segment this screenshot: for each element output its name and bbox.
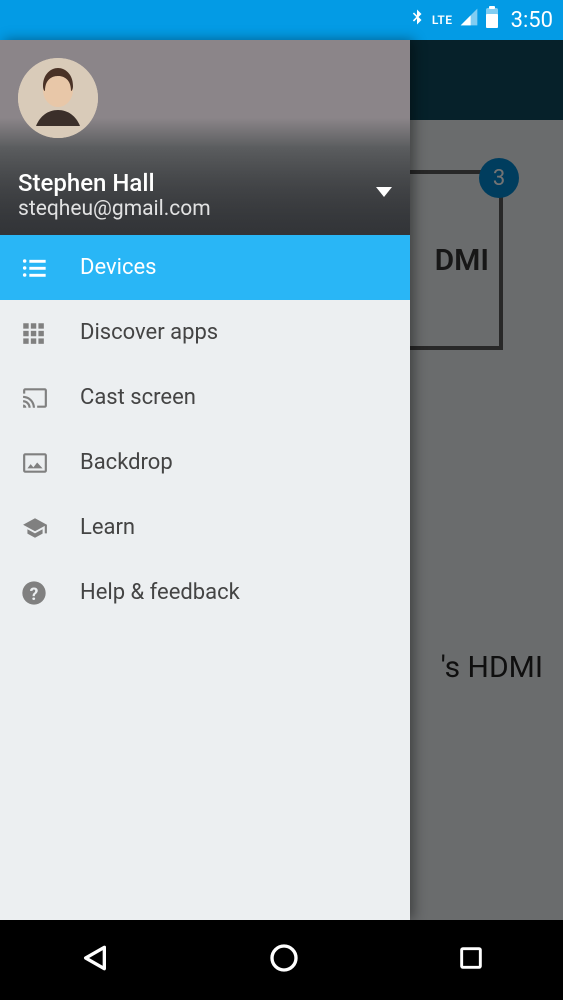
recents-button[interactable] [457, 944, 485, 976]
drawer-item-devices[interactable]: Devices [0, 235, 410, 300]
back-button[interactable] [79, 942, 111, 978]
devices-list-icon [20, 254, 80, 282]
drawer-item-label: Learn [80, 515, 135, 540]
drawer-list: Devices Discover apps Cast screen Backdr… [0, 235, 410, 920]
drawer-item-backdrop[interactable]: Backdrop [0, 430, 410, 495]
drawer-item-label: Backdrop [80, 450, 173, 475]
clock: 3:50 [511, 8, 553, 33]
help-icon: ? [20, 579, 80, 607]
drawer-item-discover-apps[interactable]: Discover apps [0, 300, 410, 365]
signal-icon [459, 7, 479, 33]
lte-label: LTE [432, 13, 453, 27]
account-dropdown-icon[interactable] [376, 182, 392, 201]
drawer-item-label: Devices [80, 255, 157, 280]
cast-icon [20, 385, 80, 411]
battery-icon [485, 6, 499, 34]
home-button[interactable] [268, 942, 300, 978]
svg-text:?: ? [30, 585, 39, 605]
bluetooth-icon [408, 5, 426, 35]
avatar[interactable] [18, 58, 98, 138]
navigation-drawer: Stephen Hall steqheu@gmail.com Devices D… [0, 40, 410, 920]
system-nav-bar [0, 920, 563, 1000]
drawer-item-label: Cast screen [80, 385, 196, 410]
drawer-item-learn[interactable]: Learn [0, 495, 410, 560]
apps-grid-icon [20, 320, 80, 346]
account-name: Stephen Hall [18, 169, 360, 197]
drawer-item-cast-screen[interactable]: Cast screen [0, 365, 410, 430]
status-bar: LTE 3:50 [0, 0, 563, 40]
drawer-item-help-feedback[interactable]: ? Help & feedback [0, 560, 410, 625]
drawer-header[interactable]: Stephen Hall steqheu@gmail.com [0, 40, 410, 235]
account-email: steqheu@gmail.com [18, 197, 360, 221]
drawer-item-label: Help & feedback [80, 580, 240, 605]
drawer-item-label: Discover apps [80, 320, 218, 345]
image-icon [20, 450, 80, 476]
school-icon [20, 515, 80, 541]
